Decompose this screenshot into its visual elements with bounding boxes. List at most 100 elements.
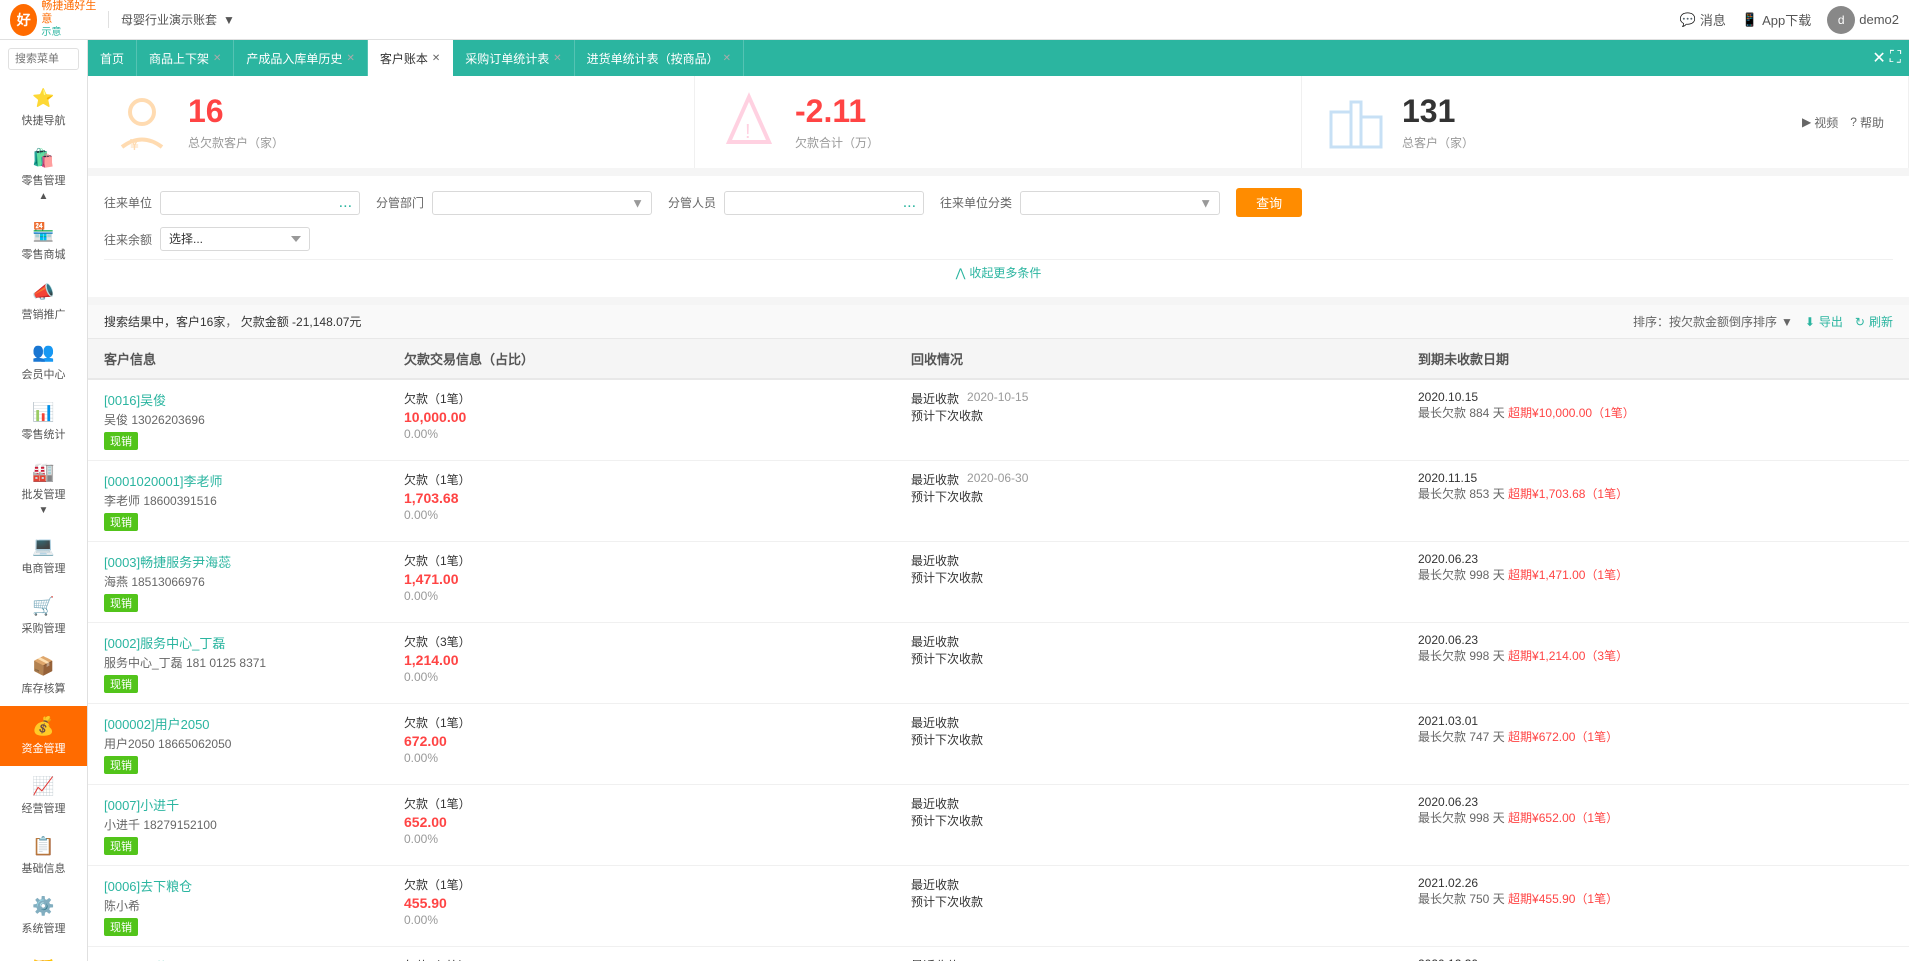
customer-name-1[interactable]: [0001020001]李老师 xyxy=(104,471,372,490)
sidebar-item-marketing[interactable]: 📣 营销推广 xyxy=(0,272,87,332)
tab-purchase[interactable]: 采购订单统计表 ✕ xyxy=(453,40,574,76)
search-button[interactable]: 查询 xyxy=(1236,188,1302,217)
unit-category-input[interactable] xyxy=(1020,191,1220,215)
customer-name-5[interactable]: [0007]小进千 xyxy=(104,795,372,814)
collapse-btn[interactable]: ⋀ 收起更多条件 xyxy=(104,259,1893,285)
app-download-btn[interactable]: 📱 App下载 xyxy=(1742,10,1811,29)
refresh-button[interactable]: ↻ 刷新 xyxy=(1855,313,1893,330)
sidebar-item-member[interactable]: 👥 会员中心 xyxy=(0,332,87,392)
dept-input[interactable] xyxy=(432,191,652,215)
export-button[interactable]: ⬇ 导出 xyxy=(1805,313,1843,330)
results-actions: 排序：按欠款金额倒序排序 ▼ ⬇ 导出 ↻ 刷新 xyxy=(1633,313,1893,330)
sidebar-item-retail-mgmt[interactable]: 🛍️ 零售管理 ▲ xyxy=(0,138,87,212)
sidebar-item-ecommerce[interactable]: 💻 电商管理 xyxy=(0,526,87,586)
dept-dropdown-icon[interactable]: ▼ xyxy=(631,195,644,210)
sidebar-label-basic: 基础信息 xyxy=(22,860,66,876)
customer-phone-3: 服务中心_丁磊 181 0125 8371 xyxy=(104,654,372,671)
tab-import-close[interactable]: ✕ xyxy=(723,53,731,64)
tab-expand-icon[interactable]: ⛶ xyxy=(1890,49,1901,67)
overdue-link-6[interactable]: 超期¥455.90（1笔） xyxy=(1508,892,1618,906)
sidebar-item-inventory[interactable]: 📦 库存核算 xyxy=(0,646,87,706)
overdue-link-1[interactable]: 超期¥1,703.68（1笔） xyxy=(1508,487,1628,501)
next-payment-6: 预计下次收款 xyxy=(911,893,1386,910)
debt-info-1: 欠款（1笔） 1,703.68 0.00% xyxy=(388,461,895,541)
tab-customer-close[interactable]: ✕ xyxy=(432,53,440,64)
overdue-link-2[interactable]: 超期¥1,471.00（1笔） xyxy=(1508,568,1628,582)
dept-label: 分管部门 xyxy=(376,194,424,211)
message-btn[interactable]: 💬 消息 xyxy=(1680,10,1726,29)
debt-amount-5[interactable]: 652.00 xyxy=(404,814,879,830)
quick-nav-icon: ⭐ xyxy=(32,88,54,109)
company-selector[interactable]: 母婴行业演示账套 ▼ xyxy=(108,11,247,28)
customer-name-4[interactable]: [000002]用户2050 xyxy=(104,714,372,733)
overdue-days-3: 最长欠款 998 天 超期¥1,214.00（3笔） xyxy=(1418,647,1893,664)
sort-button[interactable]: 排序：按欠款金额倒序排序 ▼ xyxy=(1633,313,1793,330)
source-unit-input[interactable] xyxy=(160,191,360,215)
sidebar-item-system[interactable]: ⚙️ 系统管理 xyxy=(0,886,87,946)
sidebar-item-enterprise[interactable]: 🤝 企业协同 xyxy=(0,946,87,961)
menu-search-input[interactable] xyxy=(8,48,79,70)
overdue-link-3[interactable]: 超期¥1,214.00（3笔） xyxy=(1508,649,1628,663)
debt-amount-6[interactable]: 455.90 xyxy=(404,895,879,911)
customer-tag-0: 现销 xyxy=(104,432,138,450)
tab-import[interactable]: 进货单统计表（按商品） ✕ xyxy=(575,40,744,76)
customer-name-7[interactable]: [000001]黄思源 xyxy=(104,957,372,961)
customer-name-3[interactable]: [0002]服务中心_丁磊 xyxy=(104,633,372,652)
recovery-info-7: 最近收款 预计下次收款 xyxy=(895,947,1402,961)
tab-produce-close[interactable]: ✕ xyxy=(346,53,354,64)
table-row: [000001]黄思源 黄思源 13552700226 现销 欠款（1笔） 42… xyxy=(88,947,1909,961)
customer-name-0[interactable]: [0016]吴俊 xyxy=(104,390,372,409)
overdue-link-5[interactable]: 超期¥652.00（1笔） xyxy=(1508,811,1618,825)
sidebar-item-retail-mall[interactable]: 🏪 零售商城 xyxy=(0,212,87,272)
sidebar-item-retail-stats[interactable]: 📊 零售统计 xyxy=(0,392,87,452)
debt-amount-4[interactable]: 672.00 xyxy=(404,733,879,749)
refresh-label: 刷新 xyxy=(1869,313,1893,330)
tab-customer[interactable]: 客户账本 ✕ xyxy=(368,40,453,76)
results-bar: 搜索结果中，客户16家， 欠款金额 -21,148.07元 排序：按欠款金额倒序… xyxy=(88,305,1909,339)
source-unit-dots[interactable]: ... xyxy=(339,194,352,212)
debt-info-6: 欠款（1笔） 455.90 0.00% xyxy=(388,866,895,946)
debt-amount-2[interactable]: 1,471.00 xyxy=(404,571,879,587)
sidebar-item-finance[interactable]: 💰 资金管理 xyxy=(0,706,87,766)
help-btn[interactable]: ? 帮助 xyxy=(1850,114,1884,131)
tabs-bar: 首页 商品上下架 ✕ 产成品入库单历史 ✕ 客户账本 ✕ 采购订单统计表 ✕ xyxy=(88,40,1909,76)
customer-name-2[interactable]: [0003]畅捷服务尹海蕊 xyxy=(104,552,372,571)
tab-collapse-icon[interactable]: ✕ xyxy=(1872,48,1885,68)
customer-info-0: [0016]吴俊 吴俊 13026203696 现销 xyxy=(88,380,388,460)
sidebar-item-quick-nav[interactable]: ⭐ 快捷导航 xyxy=(0,78,87,138)
stats-row: ¥ 16 总欠款客户（家） ! xyxy=(88,76,1909,168)
remaining-select[interactable]: 选择... xyxy=(160,227,310,251)
customer-tag-3: 现销 xyxy=(104,675,138,693)
customer-tag-1: 现销 xyxy=(104,513,138,531)
sidebar: ⭐ 快捷导航 🛍️ 零售管理 ▲ 🏪 零售商城 📣 营销推广 👥 会员中心 xyxy=(0,40,88,961)
debt-amount-0[interactable]: 10,000.00 xyxy=(404,409,879,425)
sidebar-item-operation[interactable]: 📈 经营管理 xyxy=(0,766,87,826)
unit-category-dropdown-icon[interactable]: ▼ xyxy=(1199,195,1212,210)
overdue-days-0: 最长欠款 884 天 超期¥10,000.00（1笔） xyxy=(1418,404,1893,421)
user-avatar-btn[interactable]: d demo2 xyxy=(1827,6,1899,34)
tab-purchase-close[interactable]: ✕ xyxy=(553,53,561,64)
tab-produce[interactable]: 产成品入库单历史 ✕ xyxy=(234,40,367,76)
due-date-info-4: 2021.03.01 最长欠款 747 天 超期¥672.00（1笔） xyxy=(1402,704,1909,784)
debt-pct-0: 0.00% xyxy=(404,427,879,441)
overdue-link-4[interactable]: 超期¥672.00（1笔） xyxy=(1508,730,1618,744)
tab-products[interactable]: 商品上下架 ✕ xyxy=(137,40,234,76)
debt-amount-3[interactable]: 1,214.00 xyxy=(404,652,879,668)
table-row: [0001020001]李老师 李老师 18600391516 现销 欠款（1笔… xyxy=(88,461,1909,542)
debt-amount-1[interactable]: 1,703.68 xyxy=(404,490,879,506)
tab-import-label: 进货单统计表（按商品） xyxy=(587,50,719,67)
tab-home[interactable]: 首页 xyxy=(88,40,137,76)
customer-info-7: [000001]黄思源 黄思源 13552700226 现销 xyxy=(88,947,388,961)
sidebar-item-batch-mgmt[interactable]: 🏭 批发管理 ▼ xyxy=(0,452,87,526)
sidebar-item-purchase[interactable]: 🛒 采购管理 xyxy=(0,586,87,646)
overdue-link-0[interactable]: 超期¥10,000.00（1笔） xyxy=(1508,406,1635,420)
sidebar-item-basic[interactable]: 📋 基础信息 xyxy=(0,826,87,886)
customer-name-6[interactable]: [0006]去下粮仓 xyxy=(104,876,372,895)
debt-count-2: 欠款（1笔） xyxy=(404,552,879,569)
view-video-btn[interactable]: ▶ 视频 xyxy=(1802,114,1838,131)
person-input[interactable] xyxy=(724,191,924,215)
tab-products-close[interactable]: ✕ xyxy=(213,53,221,64)
collapse-icon: ⋀ xyxy=(956,266,966,280)
person-dots[interactable]: ... xyxy=(903,194,916,212)
debt-count-3: 欠款（3笔） xyxy=(404,633,879,650)
